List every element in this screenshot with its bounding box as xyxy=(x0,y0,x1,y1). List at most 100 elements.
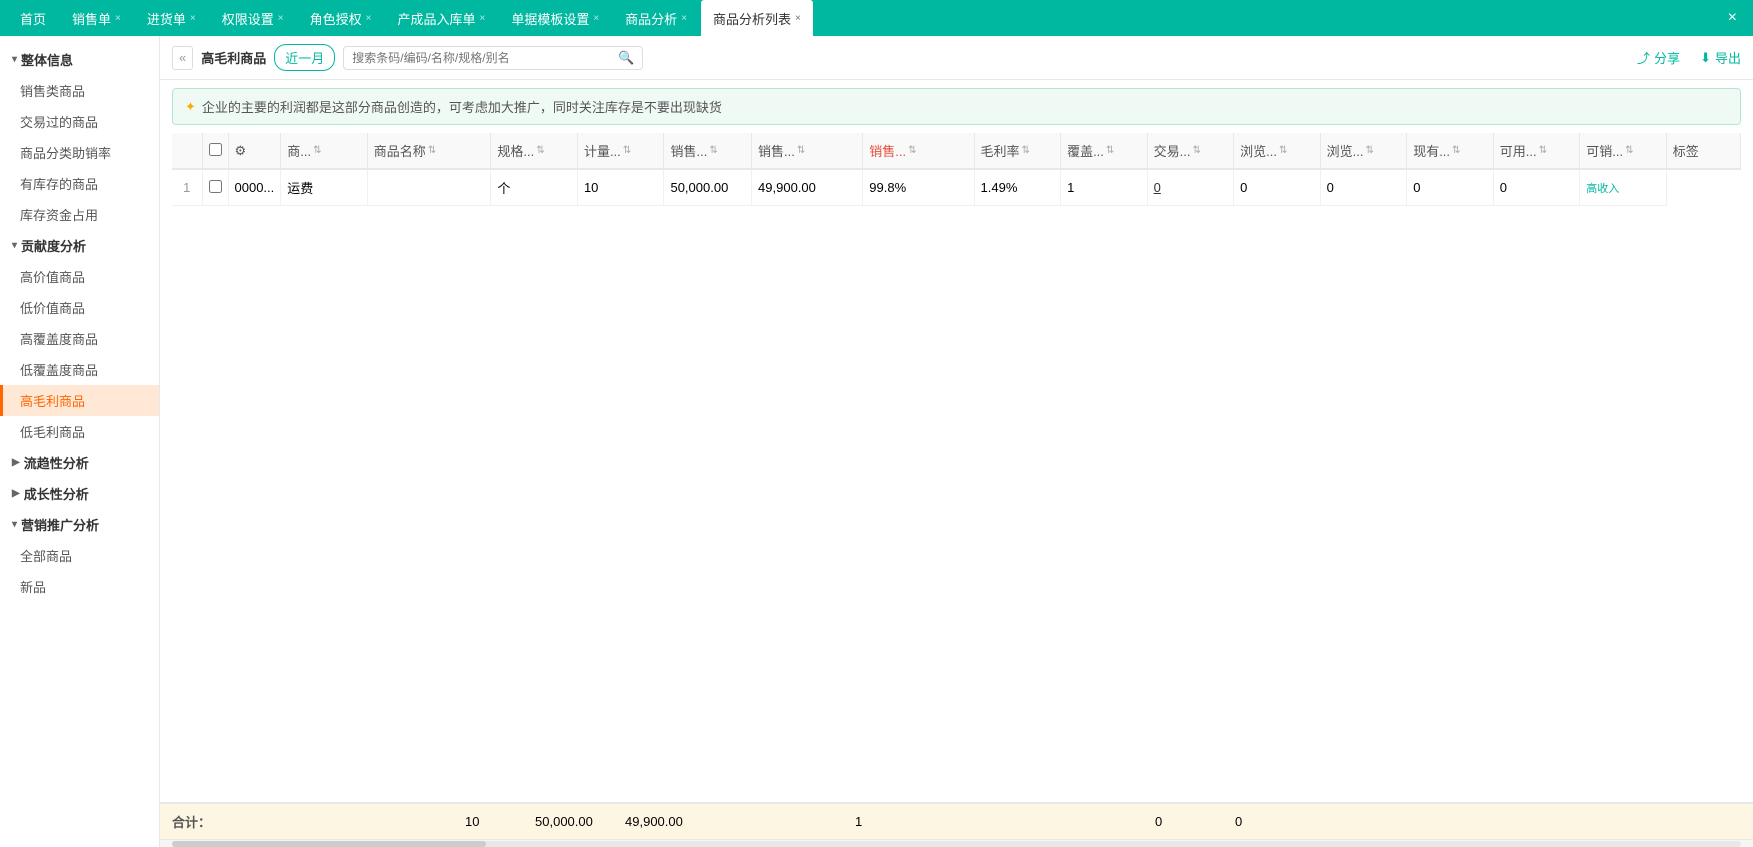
collapse-sidebar-button[interactable]: « xyxy=(172,46,193,70)
close-icon[interactable]: × xyxy=(190,13,196,24)
close-icon[interactable]: × xyxy=(366,13,372,24)
close-icon[interactable]: × xyxy=(795,13,801,24)
main-layout: ▾ 整体信息 销售类商品 交易过的商品 商品分类助销率 有库存的商品 库存资金占… xyxy=(0,36,1753,847)
sidebar-item-traded-goods[interactable]: 交易过的商品 xyxy=(0,106,159,137)
horizontal-scrollbar[interactable] xyxy=(160,839,1753,847)
col-view2[interactable]: 浏览... ⇅ xyxy=(1320,133,1407,169)
search-box: 🔍 xyxy=(343,46,643,70)
footer-sale-amount: 50,000.00 xyxy=(535,814,625,829)
select-all-checkbox[interactable] xyxy=(209,143,222,156)
sidebar-item-low-value[interactable]: 低价值商品 xyxy=(0,292,159,323)
col-transaction[interactable]: 交易... ⇅ xyxy=(1147,133,1234,169)
row-coverage-cell: 1.49% xyxy=(974,169,1061,206)
col-sale-qty[interactable]: 销售... ⇅ xyxy=(664,133,752,169)
row-view1-cell[interactable]: 0 xyxy=(1147,169,1234,206)
nav-tab-purchase[interactable]: 进货单 × xyxy=(135,0,208,36)
top-nav: 首页 销售单 × 进货单 × 权限设置 × 角色授权 × 产成品入库单 × 单据… xyxy=(0,0,1753,36)
chevron-down-icon: ▾ xyxy=(12,54,17,65)
sidebar-item-low-coverage[interactable]: 低覆盖度商品 xyxy=(0,354,159,385)
row-checkbox[interactable] xyxy=(209,180,222,193)
sidebar-item-sales-goods[interactable]: 销售类商品 xyxy=(0,75,159,106)
share-button[interactable]: ⤴ 分享 xyxy=(1637,48,1680,67)
sidebar-section-flow[interactable]: ▶ 流趋性分析 xyxy=(0,447,159,478)
row-spec-cell xyxy=(367,169,491,206)
col-spec[interactable]: 规格... ⇅ xyxy=(491,133,578,169)
col-setting[interactable]: ⚙ xyxy=(228,133,281,169)
footer-current-stock: 0 xyxy=(1155,814,1235,829)
close-icon[interactable]: × xyxy=(278,13,284,24)
sidebar-section-contribution[interactable]: ▾ 贡献度分析 xyxy=(0,230,159,261)
search-icon[interactable]: 🔍 xyxy=(618,50,634,66)
nav-tab-product-in[interactable]: 产成品入库单 × xyxy=(385,0,497,36)
sidebar-section-growth[interactable]: ▶ 成长性分析 xyxy=(0,478,159,509)
col-current-stock[interactable]: 现有... ⇅ xyxy=(1407,133,1494,169)
sidebar-item-all-goods[interactable]: 全部商品 xyxy=(0,540,159,571)
sidebar-section-overall[interactable]: ▾ 整体信息 xyxy=(0,44,159,75)
close-icon[interactable]: × xyxy=(115,13,121,24)
row-checkbox-cell[interactable] xyxy=(202,169,228,206)
row-sale-amount-cell: 50,000.00 xyxy=(664,169,752,206)
filter-period-button[interactable]: 近一月 xyxy=(274,44,335,71)
col-sale-cost[interactable]: 销售... ⇅ xyxy=(863,133,974,169)
chevron-down-icon: ▾ xyxy=(12,240,17,251)
content-header: « 高毛利商品 近一月 🔍 ⤴ 分享 ⬇ 导出 xyxy=(160,36,1753,80)
sort-icon: ⇅ xyxy=(1625,145,1633,156)
window-close-button[interactable]: × xyxy=(1720,9,1745,27)
export-button[interactable]: ⬇ 导出 xyxy=(1700,48,1741,67)
footer-sale-qty: 10 xyxy=(465,814,535,829)
search-input[interactable] xyxy=(352,51,614,65)
info-icon: ✦ xyxy=(185,99,196,115)
sidebar-item-high-coverage[interactable]: 高覆盖度商品 xyxy=(0,323,159,354)
nav-tab-home[interactable]: 首页 xyxy=(8,0,58,36)
chevron-down-icon: ▾ xyxy=(12,519,17,530)
col-name[interactable]: 商品名称 ⇅ xyxy=(367,133,491,169)
sidebar-item-low-margin[interactable]: 低毛利商品 xyxy=(0,416,159,447)
sort-icon: ⇅ xyxy=(536,145,544,156)
sidebar-item-new-goods[interactable]: 新品 xyxy=(0,571,159,602)
col-unit[interactable]: 计量... ⇅ xyxy=(577,133,664,169)
table-row: 1 0000... 运费 个 10 50,000.00 49,900.00 99… xyxy=(172,169,1741,206)
sort-icon: ⇅ xyxy=(797,145,805,156)
sidebar-item-category-rate[interactable]: 商品分类助销率 xyxy=(0,137,159,168)
row-unit-cell: 个 xyxy=(491,169,578,206)
nav-tab-role[interactable]: 角色授权 × xyxy=(298,0,384,36)
sort-icon: ⇅ xyxy=(908,145,916,156)
col-check[interactable] xyxy=(202,133,228,169)
sidebar-section-marketing[interactable]: ▾ 营销推广分析 xyxy=(0,509,159,540)
nav-tab-analysis-list[interactable]: 商品分析列表 × xyxy=(701,0,813,36)
nav-tab-template[interactable]: 单据模板设置 × xyxy=(499,0,611,36)
col-sale-amount[interactable]: 销售... ⇅ xyxy=(752,133,863,169)
row-num: 1 xyxy=(172,169,202,206)
nav-tab-analysis[interactable]: 商品分析 × xyxy=(613,0,699,36)
col-available[interactable]: 可用... ⇅ xyxy=(1493,133,1580,169)
sidebar-item-high-margin[interactable]: 高毛利商品 xyxy=(0,385,159,416)
close-icon[interactable]: × xyxy=(681,13,687,24)
scrollbar-thumb[interactable] xyxy=(172,841,486,847)
row-sellable-cell: 0 xyxy=(1493,169,1580,206)
row-sale-qty-cell: 10 xyxy=(577,169,664,206)
row-view2-cell: 0 xyxy=(1234,169,1321,206)
sidebar-item-stock-capital[interactable]: 库存资金占用 xyxy=(0,199,159,230)
col-view1[interactable]: 浏览... ⇅ xyxy=(1234,133,1321,169)
sidebar-item-stocked-goods[interactable]: 有库存的商品 xyxy=(0,168,159,199)
row-current-stock-cell: 0 xyxy=(1320,169,1407,206)
row-tag-cell: 高收入 xyxy=(1580,169,1667,206)
col-gross-margin[interactable]: 毛利率 ⇅ xyxy=(974,133,1061,169)
col-coverage[interactable]: 覆盖... ⇅ xyxy=(1061,133,1148,169)
sidebar-item-high-value[interactable]: 高价值商品 xyxy=(0,261,159,292)
content-area: « 高毛利商品 近一月 🔍 ⤴ 分享 ⬇ 导出 ✦ xyxy=(160,36,1753,847)
row-name-cell: 运费 xyxy=(281,169,368,206)
data-table: ⚙ 商... ⇅ 商品名称 ⇅ xyxy=(172,133,1741,206)
sort-icon: ⇅ xyxy=(1366,145,1374,156)
nav-tab-permission[interactable]: 权限设置 × xyxy=(210,0,296,36)
sort-icon: ⇅ xyxy=(709,145,717,156)
sort-icon: ⇅ xyxy=(1022,145,1030,156)
col-sellable[interactable]: 可销... ⇅ xyxy=(1580,133,1667,169)
footer-available: 0 xyxy=(1235,814,1315,829)
close-icon[interactable]: × xyxy=(593,13,599,24)
nav-tab-sales[interactable]: 销售单 × xyxy=(60,0,133,36)
sidebar: ▾ 整体信息 销售类商品 交易过的商品 商品分类助销率 有库存的商品 库存资金占… xyxy=(0,36,160,847)
page-title: 高毛利商品 xyxy=(201,48,266,68)
close-icon[interactable]: × xyxy=(479,13,485,24)
col-code[interactable]: 商... ⇅ xyxy=(281,133,368,169)
